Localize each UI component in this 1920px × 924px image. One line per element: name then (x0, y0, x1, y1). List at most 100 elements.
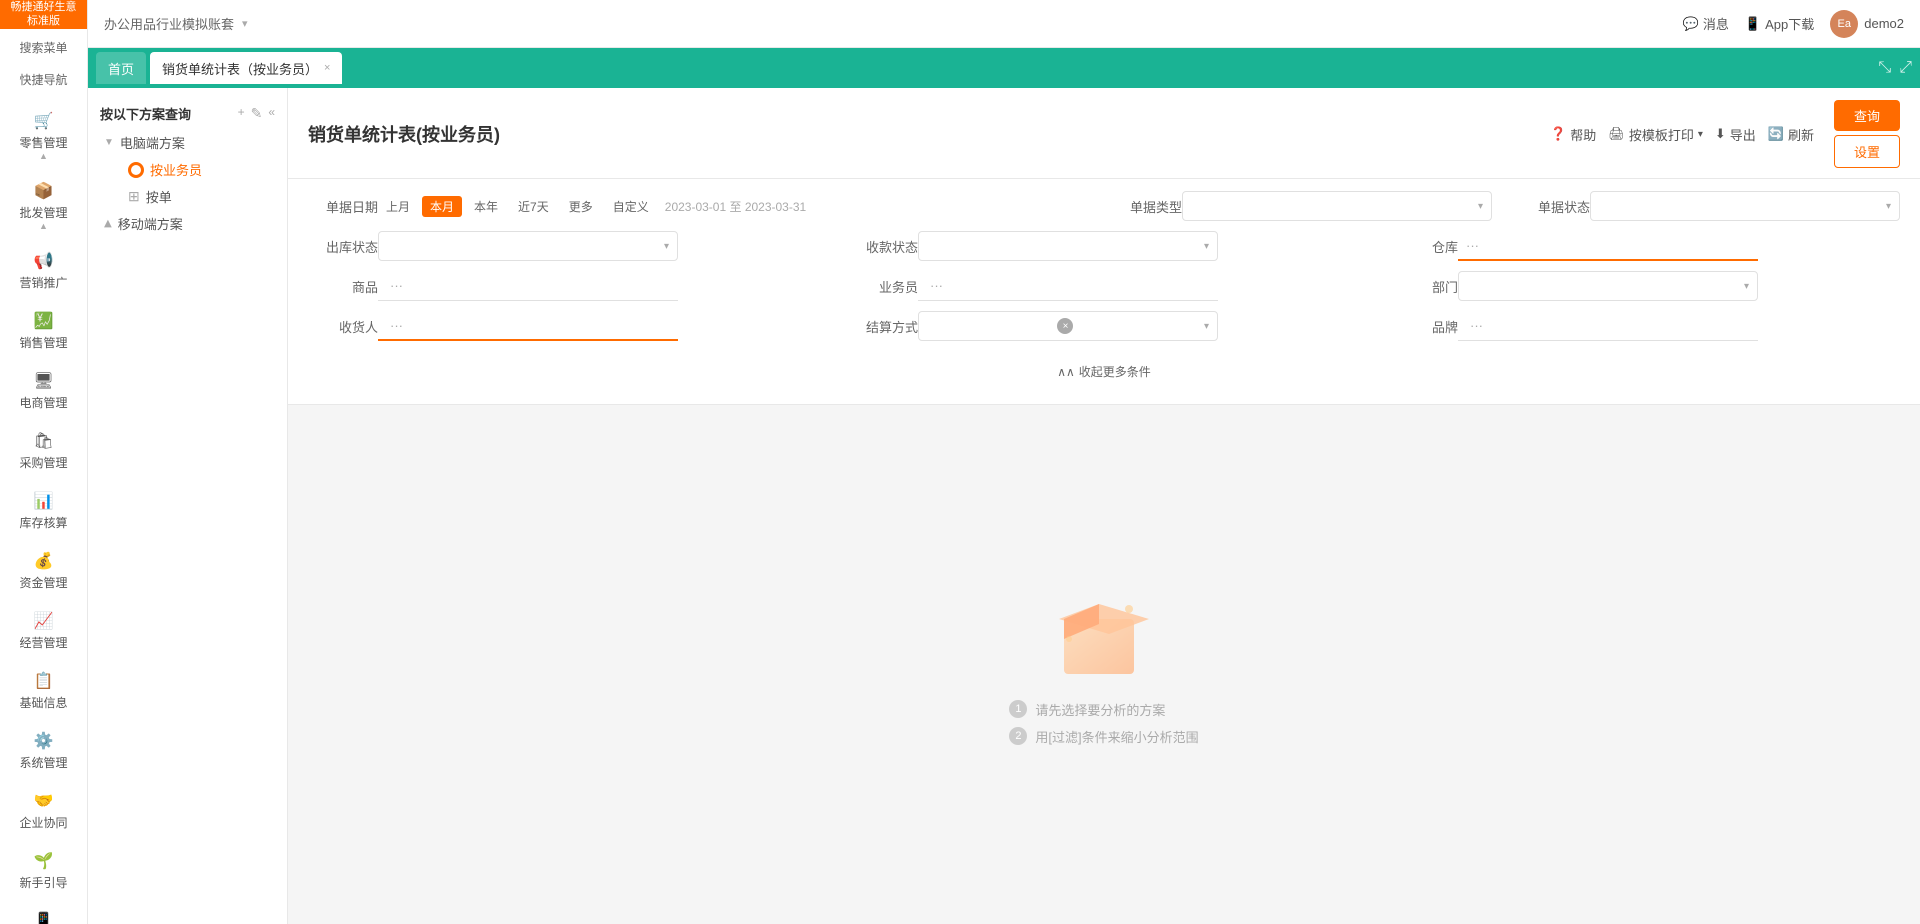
sidebar-item-marketing[interactable]: 📢 营销推广 (0, 241, 87, 301)
tree-leaf-salesperson[interactable]: 按业务员 (88, 156, 287, 183)
wholesale-icon: 📦 (34, 181, 54, 201)
collapse-up-icon: ∧∧ (1057, 365, 1075, 379)
date-tab-7days[interactable]: 近7天 (510, 196, 557, 217)
filter-area: 单据日期 上月 本月 本年 近7天 更多 自定义 2023-03-01 至 20… (288, 179, 1920, 405)
department-select[interactable]: ▾ (1458, 271, 1758, 301)
sidebar-item-retail[interactable]: 🛒 零售管理 ▲ (0, 101, 87, 171)
date-tabs: 上月 本月 本年 近7天 更多 自定义 (378, 196, 657, 217)
sidebar-item-label-newbie: 新手引导 (19, 874, 67, 891)
tree-node-mobile[interactable]: ▶ 移动端方案 (88, 210, 287, 237)
date-tab-this-month[interactable]: 本月 (422, 196, 462, 217)
refresh-btn[interactable]: 🔄 刷新 (1768, 125, 1814, 144)
sidebar-item-app-center[interactable]: 📱 应用中心 (0, 901, 87, 924)
inventory-icon: 📊 (34, 491, 54, 511)
tabbar-actions: ⤡ ⤢ (1878, 59, 1912, 77)
sidebar-item-label-ecommerce: 电商管理 (19, 394, 67, 411)
warehouse-label: 仓库 (1388, 237, 1458, 256)
edit-scheme-icon[interactable]: ✎ (251, 105, 263, 122)
empty-illustration (1044, 584, 1164, 684)
date-tab-custom[interactable]: 自定义 (605, 196, 657, 217)
tab-maximize-icon[interactable]: ⤢ (1899, 59, 1912, 77)
product-dots: ··· (386, 278, 407, 293)
settings-button[interactable]: 设置 (1834, 135, 1900, 168)
sidebar: 畅捷通好生意标准版 搜索菜单 快捷导航 🛒 零售管理 ▲ 📦 批发管理 ▲ 📢 … (0, 0, 88, 924)
sidebar-item-newbie[interactable]: 🌱 新手引导 (0, 841, 87, 901)
doc-status-select[interactable]: ▾ (1590, 191, 1900, 221)
sidebar-item-operations[interactable]: 📈 经营管理 (0, 601, 87, 661)
sidebar-item-wholesale[interactable]: 📦 批发管理 ▲ (0, 171, 87, 241)
industry-arrow: ▾ (242, 17, 248, 30)
tab-home-label: 首页 (108, 59, 134, 78)
query-button[interactable]: 查询 (1834, 100, 1900, 131)
tree-leaf-by-order[interactable]: ⊞ 按单 (88, 183, 287, 210)
quick-nav-btn[interactable]: 快捷导航 (0, 66, 87, 93)
settle-select[interactable]: × ▾ (918, 311, 1218, 341)
app-download-label: App下载 (1765, 14, 1814, 33)
ecommerce-icon: 🖥 (33, 371, 53, 391)
empty-box-svg (1044, 584, 1164, 684)
sidebar-item-system[interactable]: ⚙️ 系统管理 (0, 721, 87, 781)
refresh-icon: 🔄 (1768, 126, 1784, 142)
payment-status-select[interactable]: ▾ (918, 231, 1218, 261)
main-area: 办公用品行业模拟账套 ▾ 💬 消息 📱 App下载 Ea demo2 首页 销货… (88, 0, 1920, 924)
tab-sales-stats[interactable]: 销货单统计表（按业务员） × (150, 52, 342, 84)
doc-type-select[interactable]: ▾ (1182, 191, 1492, 221)
tree-node-mobile-label: 移动端方案 (118, 214, 183, 233)
sidebar-item-inventory[interactable]: 📊 库存核算 (0, 481, 87, 541)
tree-node-desktop[interactable]: ▼ 电脑端方案 (88, 129, 287, 156)
brand-input[interactable]: ··· (1458, 311, 1758, 341)
hint-num-1: 1 (1009, 700, 1027, 718)
warehouse-input[interactable]: ··· (1458, 231, 1758, 261)
logo-text: 畅捷通好生意标准版 (11, 0, 77, 29)
page-header: 销货单统计表(按业务员) ❓ 帮助 🖨 按模板打印 ▾ ⬇ (288, 88, 1920, 179)
industry-title: 办公用品行业模拟账套 (104, 14, 234, 33)
sidebar-item-enterprise[interactable]: 🤝 企业协同 (0, 781, 87, 841)
salesperson-input[interactable]: ··· (918, 271, 1218, 301)
print-label: 按模板打印 (1629, 125, 1694, 144)
product-input[interactable]: ··· (378, 271, 678, 301)
doc-status-col: 单据状态 ▾ (1520, 191, 1900, 221)
warehouse-col: 仓库 ··· (1388, 231, 1900, 261)
sidebar-item-purchase[interactable]: 🛍 采购管理 (0, 421, 87, 481)
empty-state: 1 请先选择要分析的方案 2 用[过滤]条件来缩小分析范围 (288, 405, 1920, 924)
out-status-select[interactable]: ▾ (378, 231, 678, 261)
date-tab-last-month[interactable]: 上月 (378, 196, 418, 217)
tab-close-icon[interactable]: × (324, 62, 330, 74)
scheme-header-icons: + ✎ « (238, 105, 275, 122)
export-btn[interactable]: ⬇ 导出 (1715, 125, 1756, 144)
search-menu-btn[interactable]: 搜索菜单 (0, 29, 87, 66)
doc-type-arrow-icon: ▾ (1478, 201, 1483, 212)
add-scheme-icon[interactable]: + (238, 105, 245, 122)
help-icon: ❓ (1550, 126, 1566, 142)
sidebar-item-ecommerce[interactable]: 🖥 电商管理 (0, 361, 87, 421)
date-tab-this-year[interactable]: 本年 (466, 196, 506, 217)
tab-home[interactable]: 首页 (96, 52, 146, 84)
user-area[interactable]: Ea demo2 (1830, 10, 1904, 38)
department-col: 部门 ▾ (1388, 271, 1900, 301)
empty-hints: 1 请先选择要分析的方案 2 用[过滤]条件来缩小分析范围 (1009, 700, 1198, 746)
salesperson-label: 业务员 (848, 277, 918, 296)
marketing-icon: 📢 (34, 251, 54, 271)
page-title: 销货单统计表(按业务员) (308, 121, 500, 147)
sidebar-item-label-wholesale: 批发管理 (19, 204, 67, 221)
app-download-btn[interactable]: 📱 App下载 (1745, 14, 1814, 33)
sidebar-item-finance[interactable]: 💰 资金管理 (0, 541, 87, 601)
sidebar-item-sales[interactable]: 💹 销售管理 (0, 301, 87, 361)
consignee-input[interactable]: ··· (378, 311, 678, 341)
tab-restore-icon[interactable]: ⤡ (1878, 59, 1891, 77)
tree-leaf-by-order-label: 按单 (146, 187, 172, 206)
tree-arrow-desktop: ▼ (104, 137, 114, 148)
messages-btn[interactable]: 💬 消息 (1683, 14, 1729, 33)
settle-col: 结算方式 × ▾ (848, 311, 1360, 341)
collapse-scheme-icon[interactable]: « (268, 105, 275, 122)
sidebar-item-label-finance: 资金管理 (19, 574, 67, 591)
sidebar-item-label-inventory: 库存核算 (19, 514, 67, 531)
doc-status-arrow-icon: ▾ (1886, 201, 1891, 212)
settle-clear-icon[interactable]: × (1057, 318, 1073, 334)
system-icon: ⚙️ (34, 731, 54, 751)
collapse-btn[interactable]: ∧∧ 收起更多条件 (1051, 357, 1157, 386)
print-btn[interactable]: 🖨 按模板打印 ▾ (1608, 125, 1703, 144)
date-tab-more[interactable]: 更多 (561, 196, 601, 217)
help-btn[interactable]: ❓ 帮助 (1550, 125, 1596, 144)
sidebar-item-basic[interactable]: 📋 基础信息 (0, 661, 87, 721)
